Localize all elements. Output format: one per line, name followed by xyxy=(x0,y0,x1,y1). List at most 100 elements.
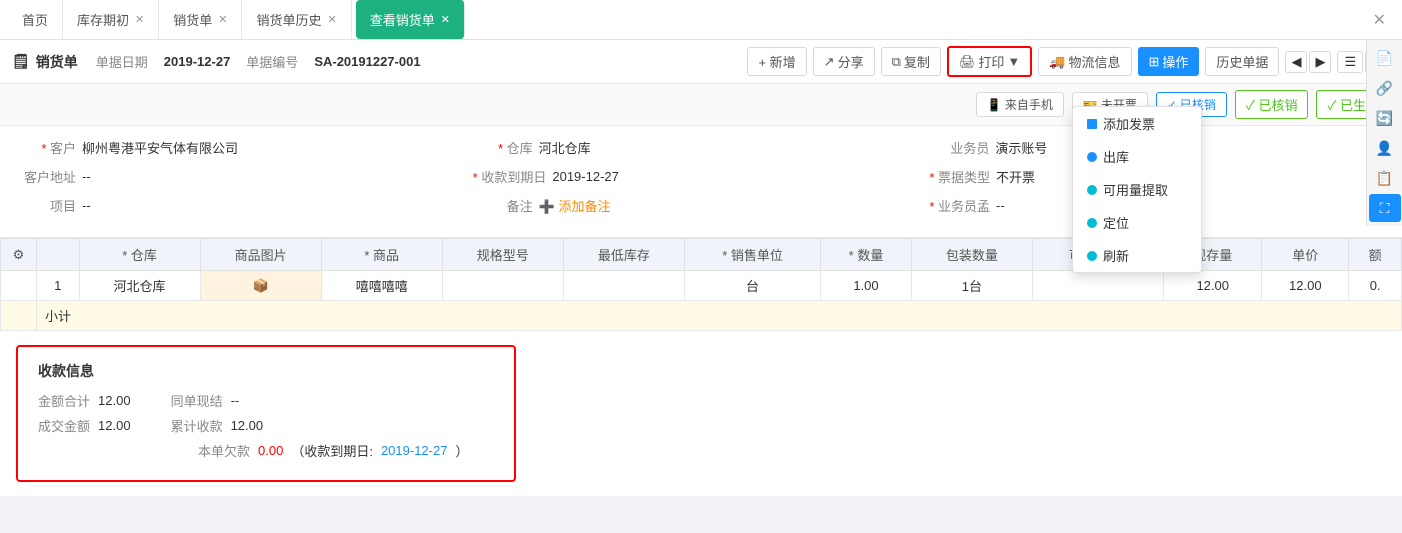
truck-icon: 🚚 xyxy=(1049,54,1065,70)
cell-rownum: 1 xyxy=(37,271,80,301)
col-warehouse: * 仓库 xyxy=(79,239,200,271)
col-sales-unit: * 销售单位 xyxy=(684,239,820,271)
print-button[interactable]: 🖨 打印 ▼ xyxy=(947,46,1032,77)
tab-home[interactable]: 首页 xyxy=(8,0,63,39)
menu-locate[interactable]: 定位 xyxy=(1073,206,1201,239)
doc-title: 🗒 销货单 xyxy=(12,52,78,72)
subtotal-row: 小计 xyxy=(1,301,1402,331)
ticket-type-label: 票据类型 xyxy=(929,167,990,186)
staff-label: 业务员 xyxy=(929,138,989,157)
outbound-label: 出库 xyxy=(1103,147,1129,166)
sidebar: 📄 🔗 🔄 👤 📋 ⛶ xyxy=(1366,40,1402,226)
menu-refresh[interactable]: 刷新 xyxy=(1073,239,1201,272)
cell-quantity: 1.00 xyxy=(821,271,912,301)
address-field: 客户地址 -- xyxy=(16,167,473,186)
same-order-item: 同单现结 -- xyxy=(171,391,240,410)
col-settings[interactable]: ⚙ xyxy=(1,239,37,271)
cell-sales-unit: 台 xyxy=(684,271,820,301)
close-sales-history[interactable]: ✕ xyxy=(328,13,337,26)
logistics-button[interactable]: 🚚 物流信息 xyxy=(1038,47,1131,76)
warehouse-field: 仓库 河北仓库 xyxy=(473,138,930,157)
operations-dropdown: 添加发票 出库 可用量提取 定位 刷新 xyxy=(1072,106,1202,273)
payment-row-2: 成交金额 12.00 累计收款 12.00 xyxy=(38,416,494,435)
cell-unit-price: 12.00 xyxy=(1262,271,1349,301)
project-value: -- xyxy=(82,198,91,213)
same-order-label: 同单现结 xyxy=(171,391,223,410)
history-button[interactable]: 历史单据 xyxy=(1205,47,1279,76)
share-button[interactable]: ↗ 分享 xyxy=(813,47,875,76)
menu-outbound[interactable]: 出库 xyxy=(1073,140,1201,173)
owed-value: 0.00 xyxy=(258,443,283,458)
copy-button[interactable]: ⧉ 复制 xyxy=(881,47,941,76)
customer-label: 客户 xyxy=(16,138,76,157)
sidebar-link-icon[interactable]: 🔗 xyxy=(1369,74,1401,102)
tab-bar: 首页 库存期初 ✕ 销货单 ✕ 销货单历史 ✕ 查看销货单 ✕ ✕ xyxy=(0,0,1402,40)
total-value: 12.00 xyxy=(98,393,131,408)
close-sales-order[interactable]: ✕ xyxy=(218,13,227,26)
note-label: 备注 xyxy=(473,196,533,215)
salesperson-label: 业务员孟 xyxy=(929,196,990,215)
salesperson-value: -- xyxy=(996,198,1005,213)
sidebar-refresh-icon[interactable]: 🔄 xyxy=(1369,104,1401,132)
add-note-button[interactable]: ➕ 添加备注 xyxy=(539,196,611,215)
operations-button[interactable]: ⊞ 操作 xyxy=(1138,47,1200,76)
sidebar-clipboard-icon[interactable]: 📋 xyxy=(1369,164,1401,192)
print-icon: 🖨 xyxy=(959,54,976,70)
reviewed-check-icon: ✓ xyxy=(1246,98,1255,113)
due-date-label: 收款到期日 xyxy=(473,167,547,186)
cumulative-item: 累计收款 12.00 xyxy=(171,416,264,435)
toolbar-actions: + 新增 ↗ 分享 ⧉ 复制 🖨 打印 ▼ 🚚 物流信息 xyxy=(747,46,1390,77)
doc-meta: 单据日期 2019-12-27 单据编号 SA-20191227-001 xyxy=(96,52,421,71)
col-rownum xyxy=(37,239,80,271)
same-order-value: -- xyxy=(231,393,240,408)
owed-note-end: ） xyxy=(455,441,468,460)
project-field: 项目 -- xyxy=(16,196,473,215)
sidebar-doc-icon[interactable]: 📄 xyxy=(1369,44,1401,72)
new-button[interactable]: + 新增 xyxy=(747,47,806,76)
customer-field: 客户 柳州粤港平安气体有限公司 xyxy=(16,138,473,157)
locate-label: 定位 xyxy=(1103,213,1129,232)
tab-view-sales[interactable]: 查看销货单 ✕ xyxy=(356,0,465,39)
sidebar-expand-icon[interactable]: ⛶ xyxy=(1369,194,1401,222)
phone-icon: 📱 xyxy=(987,98,1002,112)
tab-sales-order[interactable]: 销货单 ✕ xyxy=(159,0,242,39)
add-invoice-label: 添加发票 xyxy=(1103,114,1155,133)
cell-product-img: 📦 xyxy=(200,271,321,301)
available-qty-label: 可用量提取 xyxy=(1103,180,1168,199)
reviewed-button[interactable]: ✓ 已核销 xyxy=(1235,90,1309,119)
note-field: 备注 ➕ 添加备注 xyxy=(473,196,930,215)
payment-section: 收款信息 金额合计 12.00 同单现结 -- 成交金额 12.00 xyxy=(0,331,1402,496)
warehouse-label: 仓库 xyxy=(473,138,533,157)
tab-inventory-init[interactable]: 库存期初 ✕ xyxy=(63,0,159,39)
window-close[interactable]: ✕ xyxy=(1365,10,1394,30)
list-view-icon[interactable]: ☰ xyxy=(1337,51,1363,73)
doc-title-text: 销货单 xyxy=(36,52,78,72)
doc-toolbar: 🗒 销货单 单据日期 2019-12-27 单据编号 SA-20191227-0… xyxy=(0,40,1402,84)
number-label: 单据编号 xyxy=(246,52,298,71)
close-view-sales[interactable]: ✕ xyxy=(441,13,450,26)
staff-value: 演示账号 xyxy=(995,138,1047,157)
owed-date: 2019-12-27 xyxy=(381,443,448,458)
menu-add-invoice[interactable]: 添加发票 xyxy=(1073,107,1201,140)
sidebar-user-icon[interactable]: 👤 xyxy=(1369,134,1401,162)
cell-warehouse: 河北仓库 xyxy=(79,271,200,301)
next-arrow[interactable]: ▶ xyxy=(1309,51,1331,73)
nav-arrows: ◀ ▶ xyxy=(1285,51,1331,73)
transaction-value: 12.00 xyxy=(98,418,131,433)
menu-available-qty[interactable]: 可用量提取 xyxy=(1073,173,1201,206)
cell-available xyxy=(1032,271,1163,301)
close-inventory-init[interactable]: ✕ xyxy=(135,13,144,26)
refresh-label: 刷新 xyxy=(1103,246,1129,265)
copy-icon: ⧉ xyxy=(892,54,901,70)
cumulative-label: 累计收款 xyxy=(171,416,223,435)
payment-row-3: 本单欠款 0.00 （收款到期日: 2019-12-27 ） xyxy=(38,441,494,460)
prev-arrow[interactable]: ◀ xyxy=(1285,51,1307,73)
tab-sales-history[interactable]: 销货单历史 ✕ xyxy=(242,0,351,39)
total-item: 金额合计 12.00 xyxy=(38,391,131,410)
add-invoice-icon xyxy=(1087,119,1097,129)
from-phone-button[interactable]: 📱 来自手机 xyxy=(976,92,1064,117)
col-product: * 商品 xyxy=(321,239,442,271)
print-dropdown-icon: ▼ xyxy=(1007,54,1020,69)
warehouse-value: 河北仓库 xyxy=(539,138,591,157)
col-amount: 额 xyxy=(1349,239,1402,271)
